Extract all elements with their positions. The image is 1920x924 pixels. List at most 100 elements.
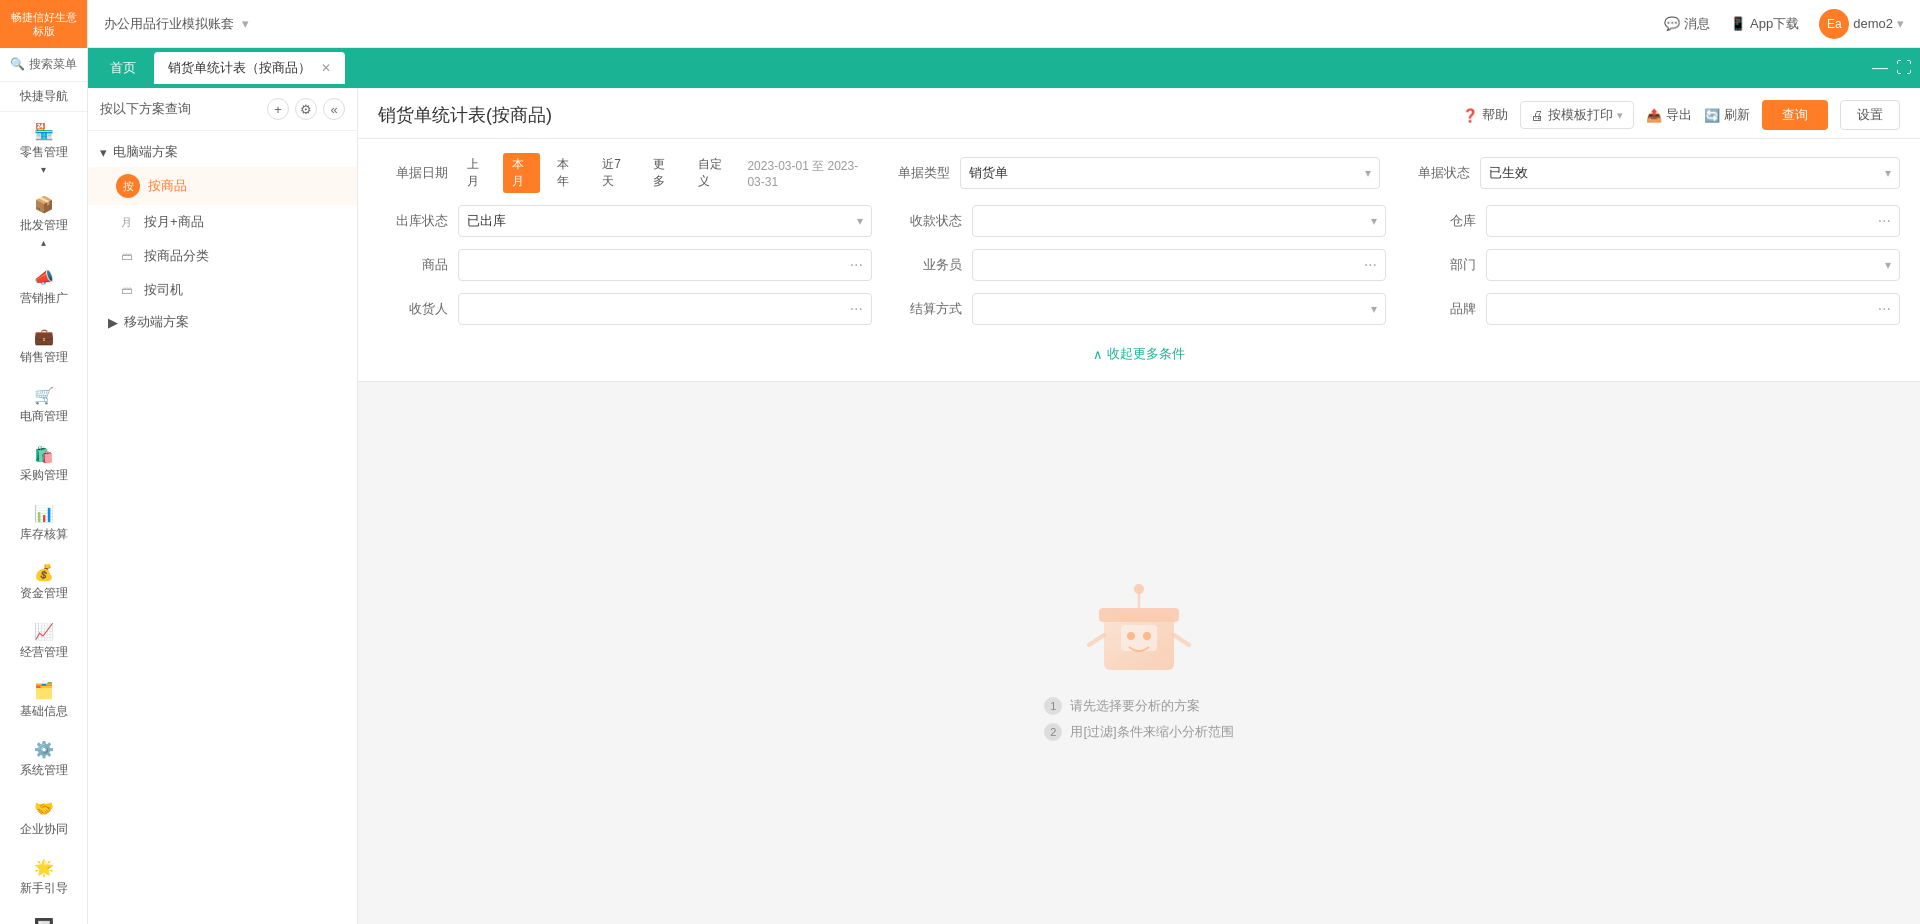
empty-tip-1: 1 请先选择要分析的方案 (1044, 697, 1233, 715)
help-btn[interactable]: ❓ 帮助 (1462, 106, 1508, 124)
salesperson-select[interactable]: ··· (972, 249, 1386, 281)
sidebar-item-enterprise[interactable]: 🤝 企业协同 (0, 789, 87, 848)
page-header: 销货单统计表(按商品) ❓ 帮助 🖨 按模板打印 ▾ 📤 导出 (358, 88, 1920, 139)
main-area: 办公用品行业模拟账套 ▾ 💬 消息 📱 App下载 Ea demo2 ▾ 首 (88, 0, 1920, 924)
newbie-icon: 🌟 (34, 858, 54, 877)
date-year-btn[interactable]: 本年 (548, 153, 585, 193)
content-area: 按以下方案查询 + ⚙ « ▾ 电脑端方案 按 按商品 月 (88, 88, 1920, 924)
logo-text: 畅捷信好生意 标版 (11, 10, 77, 39)
sidebar-item-sales[interactable]: 💼 销售管理 (0, 317, 87, 376)
date-more-btn[interactable]: 更多 (644, 153, 681, 193)
tab-sales-stats[interactable]: 销货单统计表（按商品） ✕ (154, 52, 345, 84)
add-scheme-btn[interactable]: + (267, 98, 289, 120)
tab-expand-icon[interactable]: ⛶ (1896, 59, 1912, 77)
sidebar-item-wholesale[interactable]: 📦 批发管理 ▴ (0, 185, 87, 258)
app-download-btn[interactable]: 📱 App下载 (1730, 15, 1799, 33)
app-logo: 畅捷信好生意 标版 (0, 0, 87, 48)
sidebar-item-basic[interactable]: 🗂️ 基础信息 (0, 671, 87, 730)
settlement-select[interactable]: ▾ (972, 293, 1386, 325)
tab-bar-right: — ⛶ (1872, 59, 1912, 77)
warehouse-label: 仓库 (1406, 212, 1486, 230)
sidebar-item-apps[interactable]: 🔲 应用中心 (0, 907, 87, 924)
receiver-label: 收货人 (378, 300, 458, 318)
dept-select[interactable]: ▾ (1486, 249, 1900, 281)
marketing-icon: 📣 (34, 268, 54, 287)
date-week-btn[interactable]: 近7天 (593, 153, 635, 193)
doc-status-select[interactable]: 已生效 ▾ (1480, 157, 1900, 189)
query-btn[interactable]: 查询 (1762, 100, 1828, 130)
tip-num-1: 1 (1044, 697, 1062, 715)
payment-status-select[interactable]: ▾ (972, 205, 1386, 237)
doc-type-select[interactable]: 销货单 ▾ (960, 157, 1380, 189)
sidebar-quicknav[interactable]: 快捷导航 (0, 82, 87, 112)
user-menu[interactable]: Ea demo2 ▾ (1819, 9, 1904, 39)
tree-item-category[interactable]: 🗃 按商品分类 (88, 239, 357, 273)
settings-btn[interactable]: 设置 (1840, 100, 1900, 130)
brand-select[interactable]: ··· (1486, 293, 1900, 325)
sidebar-item-retail[interactable]: 🏪 零售管理 ▾ (0, 112, 87, 185)
out-status-select[interactable]: 已出库 ▾ (458, 205, 872, 237)
month-goods-icon: 月 (116, 212, 136, 232)
sidebar-item-finance[interactable]: 💰 资金管理 (0, 553, 87, 612)
date-custom-btn[interactable]: 自定义 (689, 153, 736, 193)
svg-point-4 (1143, 632, 1151, 640)
collapse-btn[interactable]: ∧ 收起更多条件 (378, 337, 1900, 367)
receiver-select[interactable]: ··· (458, 293, 872, 325)
doc-status-arrow-icon: ▾ (1885, 166, 1891, 180)
left-panel-actions: + ⚙ « (267, 98, 345, 120)
dropdown-arrow-icon[interactable]: ▾ (242, 16, 249, 31)
sidebar: 畅捷信好生意 标版 🔍 搜索菜单 快捷导航 🏪 零售管理 ▾ 📦 批发管理 ▴ … (0, 0, 88, 924)
tree-item-month-goods[interactable]: 月 按月+商品 (88, 205, 357, 239)
svg-line-7 (1089, 635, 1104, 645)
sidebar-item-ecom[interactable]: 🛒 电商管理 (0, 376, 87, 435)
tab-home[interactable]: 首页 (96, 52, 150, 84)
sidebar-item-marketing[interactable]: 📣 营销推广 (0, 258, 87, 317)
tree-item-driver[interactable]: 🗃 按司机 (88, 273, 357, 307)
svg-rect-1 (1099, 608, 1179, 622)
goods-dots-icon[interactable]: ··· (850, 256, 863, 274)
goods-label: 商品 (378, 256, 458, 274)
filter-row-4: 收货人 ··· 结算方式 ▾ 品牌 ··· (378, 293, 1900, 325)
sidebar-search[interactable]: 🔍 搜索菜单 (0, 48, 87, 82)
sidebar-item-system[interactable]: ⚙️ 系统管理 (0, 730, 87, 789)
svg-point-3 (1127, 632, 1135, 640)
warehouse-select[interactable]: ··· (1486, 205, 1900, 237)
settings-scheme-btn[interactable]: ⚙ (295, 98, 317, 120)
page-header-actions: ❓ 帮助 🖨 按模板打印 ▾ 📤 导出 🔄 刷新 (1462, 100, 1900, 130)
message-icon: 💬 (1664, 16, 1680, 31)
help-icon: ❓ (1462, 108, 1478, 123)
date-prev-btn[interactable]: 上月 (458, 153, 495, 193)
purchase-icon: 🛍️ (34, 445, 54, 464)
tree-item-by-goods[interactable]: 按 按商品 (88, 167, 357, 205)
inventory-icon: 📊 (34, 504, 54, 523)
sidebar-item-ops[interactable]: 📈 经营管理 (0, 612, 87, 671)
sidebar-item-newbie[interactable]: 🌟 新手引导 (0, 848, 87, 907)
print-btn[interactable]: 🖨 按模板打印 ▾ (1520, 101, 1634, 129)
sidebar-item-inventory[interactable]: 📊 库存核算 (0, 494, 87, 553)
refresh-btn[interactable]: 🔄 刷新 (1704, 106, 1750, 124)
svg-line-8 (1174, 635, 1189, 645)
tree-desktop-header[interactable]: ▾ 电脑端方案 (88, 137, 357, 167)
tree-mobile-header[interactable]: ▶ 移动端方案 (88, 307, 357, 337)
warehouse-dots-icon[interactable]: ··· (1878, 212, 1891, 230)
out-status-arrow-icon: ▾ (857, 214, 863, 228)
left-panel: 按以下方案查询 + ⚙ « ▾ 电脑端方案 按 按商品 月 (88, 88, 358, 924)
salesperson-dots-icon[interactable]: ··· (1364, 256, 1377, 274)
tab-close-icon[interactable]: ✕ (321, 61, 331, 75)
sidebar-item-purchase[interactable]: 🛍️ 采购管理 (0, 435, 87, 494)
doc-type-label: 单据类型 (880, 164, 960, 182)
date-curr-btn[interactable]: 本月 (503, 153, 540, 193)
messages-btn[interactable]: 💬 消息 (1664, 15, 1710, 33)
goods-select[interactable]: ··· (458, 249, 872, 281)
category-icon: 🗃 (116, 246, 136, 266)
tip-num-2: 2 (1044, 723, 1062, 741)
receiver-dots-icon[interactable]: ··· (850, 300, 863, 318)
filter-row-2: 出库状态 已出库 ▾ 收款状态 ▾ 仓库 ··· (378, 205, 1900, 237)
brand-dots-icon[interactable]: ··· (1878, 300, 1891, 318)
export-btn[interactable]: 📤 导出 (1646, 106, 1692, 124)
tab-bar: 首页 销货单统计表（按商品） ✕ — ⛶ (88, 48, 1920, 88)
collapse-panel-btn[interactable]: « (323, 98, 345, 120)
header-actions: 💬 消息 📱 App下载 Ea demo2 ▾ (1664, 9, 1904, 39)
tab-minus-icon[interactable]: — (1872, 59, 1888, 77)
finance-icon: 💰 (34, 563, 54, 582)
